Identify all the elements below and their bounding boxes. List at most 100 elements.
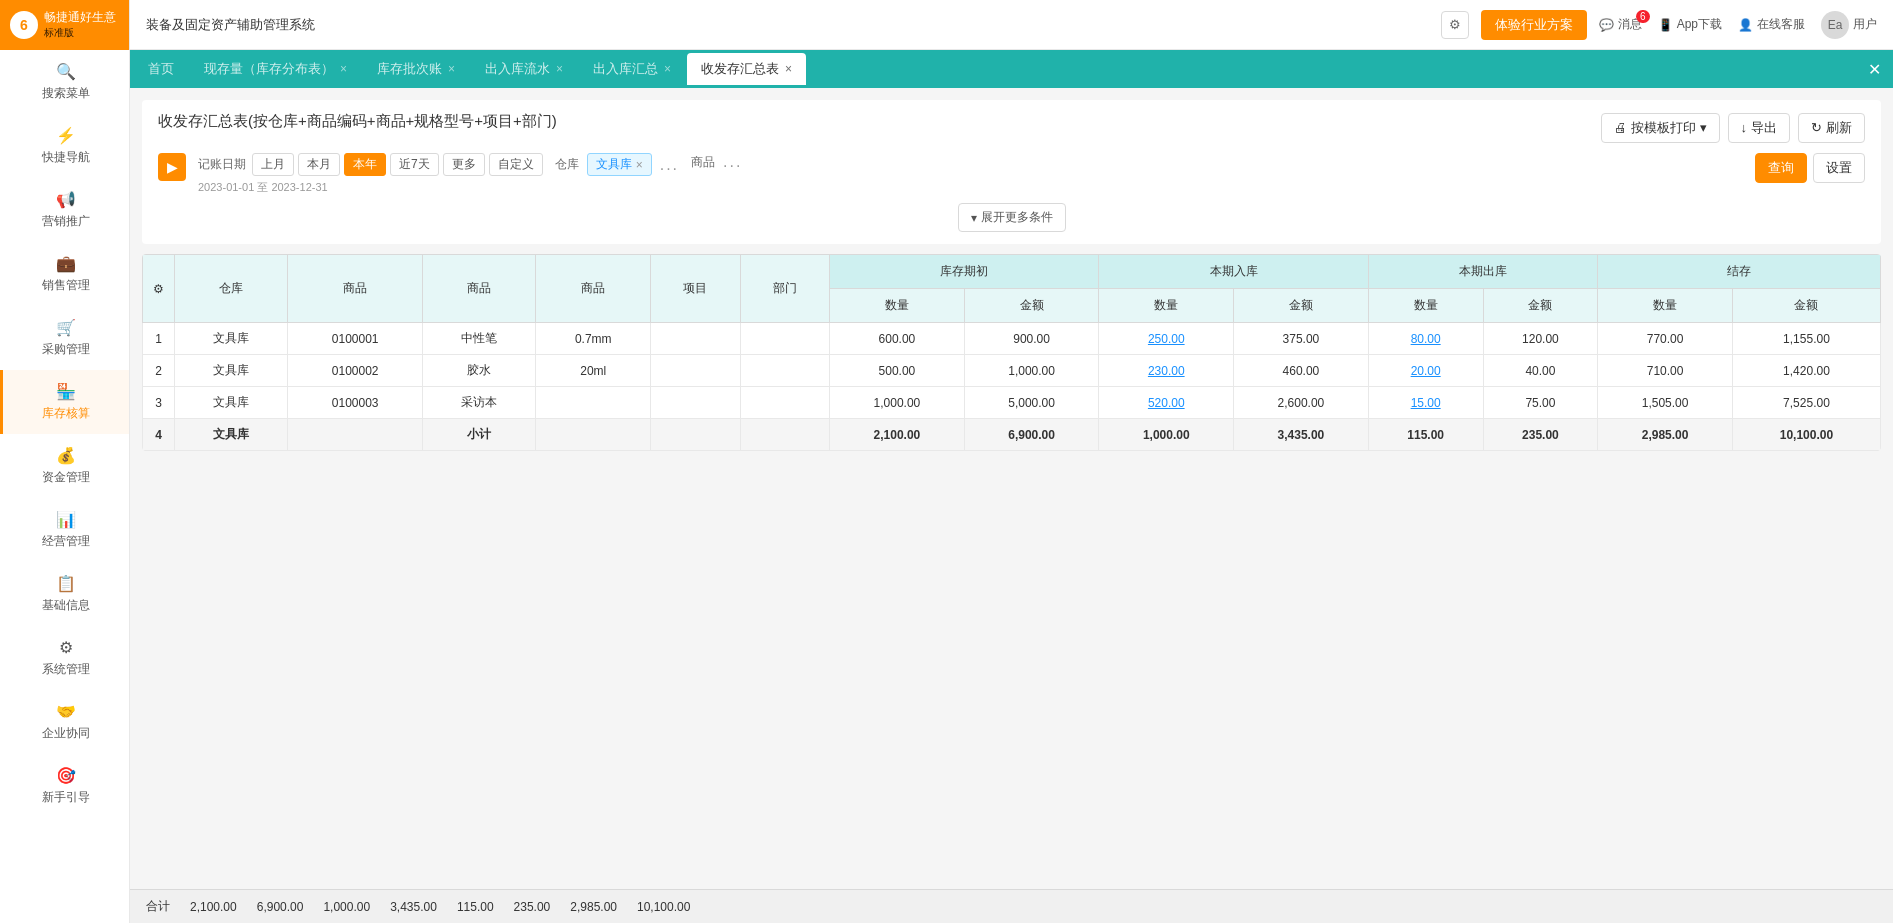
row-inbound-amt: 375.00 xyxy=(1234,323,1369,355)
row-closing-qty: 2,985.00 xyxy=(1598,419,1733,451)
message-btn[interactable]: 💬 消息 6 xyxy=(1599,16,1642,33)
date-btn-更多[interactable]: 更多 xyxy=(443,153,485,176)
filter-expand-btn[interactable]: ▶ xyxy=(158,153,186,181)
tab-bar-close-btn[interactable]: ✕ xyxy=(1860,56,1889,83)
quick-nav-icon: ⚡ xyxy=(56,126,76,145)
refresh-btn[interactable]: ↻ 刷新 xyxy=(1798,113,1865,143)
col-closing-qty-header: 数量 xyxy=(1598,289,1733,323)
sidebar-item-enterprise[interactable]: 🤝 企业协同 xyxy=(0,690,129,754)
row-goods-code xyxy=(288,419,423,451)
logo-line2: 标准版 xyxy=(44,26,116,40)
enterprise-label: 企业协同 xyxy=(42,725,90,742)
tab-close-batch-ledger[interactable]: × xyxy=(448,62,455,76)
enterprise-icon: 🤝 xyxy=(56,702,76,721)
date-btn-本年[interactable]: 本年 xyxy=(344,153,386,176)
table-row: 2文具库0100002胶水20ml500.001,000.00230.00460… xyxy=(143,355,1881,387)
data-table: ⚙ 仓库 商品 商品 商品 项目 部门 库存期初 本期入库 本期出库 结存 数量 xyxy=(142,254,1881,451)
goods-dots[interactable]: ... xyxy=(723,153,742,171)
print-btn[interactable]: 🖨 按模板打印 ▾ xyxy=(1601,113,1720,143)
print-icon: 🖨 xyxy=(1614,120,1627,135)
expand-more-label: 展开更多条件 xyxy=(981,209,1053,226)
export-label: 导出 xyxy=(1751,119,1777,137)
col-closing-amt-header: 金额 xyxy=(1732,289,1880,323)
export-btn[interactable]: ↓ 导出 xyxy=(1728,113,1791,143)
online-service-btn[interactable]: 👤 在线客服 xyxy=(1738,16,1805,33)
row-inbound-qty[interactable]: 520.00 xyxy=(1099,387,1234,419)
row-closing-qty: 770.00 xyxy=(1598,323,1733,355)
tab-batch-ledger[interactable]: 库存批次账× xyxy=(363,53,469,85)
newbie-label: 新手引导 xyxy=(42,789,90,806)
sidebar-item-marketing[interactable]: 📢 营销推广 xyxy=(0,178,129,242)
row-opening-qty: 1,000.00 xyxy=(830,387,965,419)
date-btn-上月[interactable]: 上月 xyxy=(252,153,294,176)
warehouse-tag: 文具库 × xyxy=(587,153,652,176)
tab-close-in-out-summary[interactable]: × xyxy=(664,62,671,76)
col-inbound-amt-header: 金额 xyxy=(1234,289,1369,323)
row-closing-amt: 10,100.00 xyxy=(1732,419,1880,451)
date-btn-本月[interactable]: 本月 xyxy=(298,153,340,176)
tab-home[interactable]: 首页 xyxy=(134,53,188,85)
purchase-label: 采购管理 xyxy=(42,341,90,358)
operations-icon: 📊 xyxy=(56,510,76,529)
row-goods-code: 0100003 xyxy=(288,387,423,419)
col-warehouse-header: 仓库 xyxy=(175,255,288,323)
tab-close-in-out-flow[interactable]: × xyxy=(556,62,563,76)
row-outbound-amt: 235.00 xyxy=(1483,419,1598,451)
row-outbound-qty[interactable]: 15.00 xyxy=(1368,387,1483,419)
goods-filter-section: 商品 ... xyxy=(691,153,742,171)
query-btn[interactable]: 查询 xyxy=(1755,153,1807,183)
tab-close-inventory-dist[interactable]: × xyxy=(340,62,347,76)
sidebar-item-quick-nav[interactable]: ⚡ 快捷导航 xyxy=(0,114,129,178)
sidebar-item-sales[interactable]: 💼 销售管理 xyxy=(0,242,129,306)
row-goods-spec: 0.7mm xyxy=(536,323,651,355)
expand-more-btn[interactable]: ▾ 展开更多条件 xyxy=(958,203,1066,232)
tab-inventory-dist[interactable]: 现存量（库存分布表）× xyxy=(190,53,361,85)
table-container: ⚙ 仓库 商品 商品 商品 项目 部门 库存期初 本期入库 本期出库 结存 数量 xyxy=(142,254,1881,451)
sidebar-item-system[interactable]: ⚙ 系统管理 xyxy=(0,626,129,690)
row-inbound-qty[interactable]: 230.00 xyxy=(1099,355,1234,387)
row-department xyxy=(740,355,829,387)
settings-btn[interactable]: 设置 xyxy=(1813,153,1865,183)
row-outbound-qty[interactable]: 20.00 xyxy=(1368,355,1483,387)
row-inbound-amt: 3,435.00 xyxy=(1234,419,1369,451)
filter-row-1: ▶ 记账日期 上月本月本年近7天更多自定义 2023-01-01 至 2023-… xyxy=(158,153,1865,195)
warehouse-dots[interactable]: ... xyxy=(660,156,679,174)
tab-close-recv-send-summary[interactable]: × xyxy=(785,62,792,76)
tab-recv-send-summary[interactable]: 收发存汇总表× xyxy=(687,53,806,85)
sidebar-item-newbie[interactable]: 🎯 新手引导 xyxy=(0,754,129,818)
col-settings-header[interactable]: ⚙ xyxy=(143,255,175,323)
date-btn-近7天[interactable]: 近7天 xyxy=(390,153,439,176)
page-title: 收发存汇总表(按仓库+商品编码+商品+规格型号+项目+部门) xyxy=(158,112,557,131)
sidebar-item-purchase[interactable]: 🛒 采购管理 xyxy=(0,306,129,370)
row-goods-spec: 20ml xyxy=(536,355,651,387)
row-project xyxy=(651,323,740,355)
col-outbound-qty-header: 数量 xyxy=(1368,289,1483,323)
col-opening-group-header: 库存期初 xyxy=(830,255,1099,289)
col-department-header: 部门 xyxy=(740,255,829,323)
row-outbound-qty[interactable]: 80.00 xyxy=(1368,323,1483,355)
row-department xyxy=(740,387,829,419)
quick-nav-label: 快捷导航 xyxy=(42,149,90,166)
trial-button[interactable]: 体验行业方案 xyxy=(1481,10,1587,40)
settings-icon-btn[interactable]: ⚙ xyxy=(1441,11,1469,39)
row-goods-code: 0100001 xyxy=(288,323,423,355)
col-goods-name-header: 商品 xyxy=(423,255,536,323)
tab-in-out-flow[interactable]: 出入库流水× xyxy=(471,53,577,85)
row-inbound-qty: 1,000.00 xyxy=(1099,419,1234,451)
sidebar-item-basic-info[interactable]: 📋 基础信息 xyxy=(0,562,129,626)
sidebar-item-search[interactable]: 🔍 搜索菜单 xyxy=(0,50,129,114)
tab-bar: 首页现存量（库存分布表）×库存批次账×出入库流水×出入库汇总×收发存汇总表× ✕ xyxy=(130,50,1893,88)
sidebar-item-operations[interactable]: 📊 经营管理 xyxy=(0,498,129,562)
col-goods-code-header: 商品 xyxy=(288,255,423,323)
sidebar-item-assets[interactable]: 💰 资金管理 xyxy=(0,434,129,498)
sidebar-item-inventory[interactable]: 🏪 库存核算 xyxy=(0,370,129,434)
warehouse-tag-close[interactable]: × xyxy=(636,158,643,172)
date-btn-自定义[interactable]: 自定义 xyxy=(489,153,543,176)
app-download-btn[interactable]: 📱 App下载 xyxy=(1658,16,1722,33)
col-project-header: 项目 xyxy=(651,255,740,323)
user-btn[interactable]: Ea 用户 xyxy=(1821,11,1877,39)
expand-more-icon: ▾ xyxy=(971,211,977,225)
row-inbound-qty[interactable]: 250.00 xyxy=(1099,323,1234,355)
tab-in-out-summary[interactable]: 出入库汇总× xyxy=(579,53,685,85)
row-outbound-qty: 115.00 xyxy=(1368,419,1483,451)
